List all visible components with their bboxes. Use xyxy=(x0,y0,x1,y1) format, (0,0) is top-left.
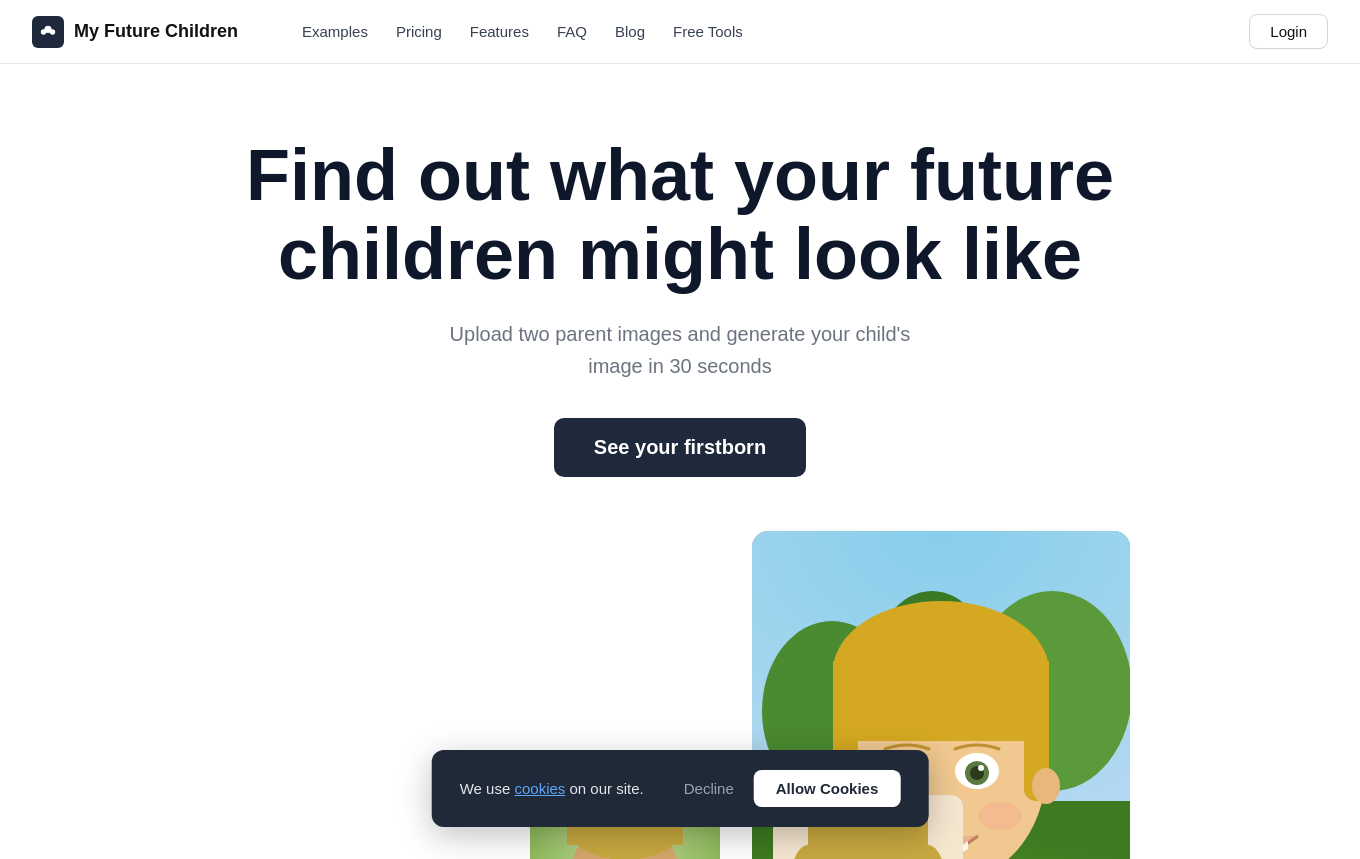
svg-point-2 xyxy=(50,29,55,34)
nav-faq[interactable]: FAQ xyxy=(557,23,587,40)
svg-point-41 xyxy=(1032,768,1060,804)
hero-subtext: Upload two parent images and generate yo… xyxy=(420,318,940,382)
allow-cookies-button[interactable]: Allow Cookies xyxy=(754,770,901,807)
cta-button[interactable]: See your firstborn xyxy=(554,418,806,477)
svg-point-49 xyxy=(978,765,984,771)
equals-operator: = xyxy=(979,854,1000,859)
hero-section: Find out what your future children might… xyxy=(0,64,1360,525)
cookie-link[interactable]: cookies xyxy=(514,780,565,797)
login-button[interactable]: Login xyxy=(1249,14,1328,49)
decline-button[interactable]: Decline xyxy=(676,770,742,807)
cookie-banner: We use cookies on our site. Decline Allo… xyxy=(432,750,929,827)
cookie-text: We use cookies on our site. xyxy=(460,780,644,797)
nav-free-tools[interactable]: Free Tools xyxy=(673,23,743,40)
logo-icon xyxy=(32,16,64,48)
nav-links: Examples Pricing Features FAQ Blog Free … xyxy=(270,0,775,64)
navigation: My Future Children Examples Pricing Feat… xyxy=(0,0,1360,64)
logo[interactable]: My Future Children xyxy=(32,16,238,48)
svg-point-1 xyxy=(41,29,46,34)
nav-pricing[interactable]: Pricing xyxy=(396,23,442,40)
nav-features[interactable]: Features xyxy=(470,23,529,40)
svg-rect-37 xyxy=(833,661,1049,741)
plus-operator: + xyxy=(736,854,757,859)
brand-name: My Future Children xyxy=(74,21,238,42)
nav-examples[interactable]: Examples xyxy=(302,23,368,40)
hero-headline: Find out what your future children might… xyxy=(230,136,1130,294)
nav-blog[interactable]: Blog xyxy=(615,23,645,40)
cookie-actions: Decline Allow Cookies xyxy=(676,770,901,807)
